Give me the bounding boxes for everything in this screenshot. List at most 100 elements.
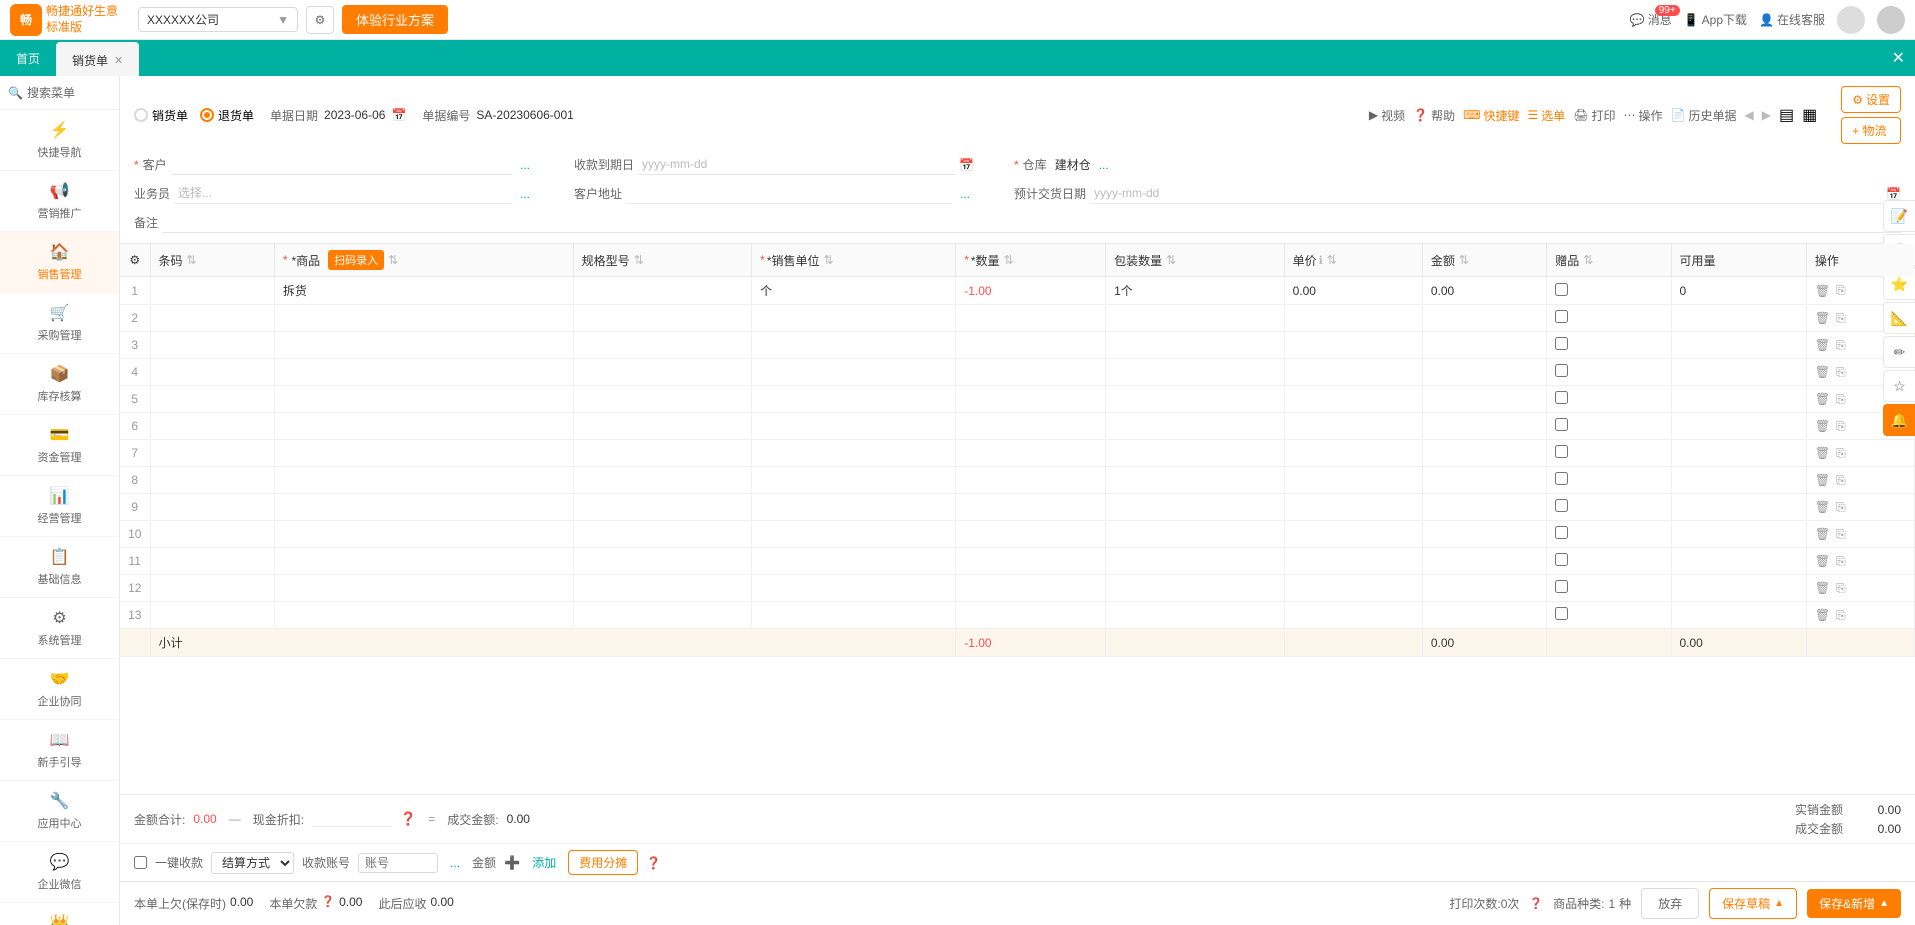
due-date-calendar-icon[interactable]: 📅 xyxy=(959,158,974,172)
copy-row-icon[interactable]: ⎘ xyxy=(1836,283,1846,298)
sidebar-item-system[interactable]: ⚙ 系统管理 xyxy=(0,598,119,659)
gift-checkbox[interactable] xyxy=(1555,337,1568,350)
delete-row-icon[interactable]: 🗑 xyxy=(1815,284,1830,298)
sidebar-item-marketing[interactable]: 📢 营销推广 xyxy=(0,171,119,232)
copy-row-icon[interactable]: ⎘ xyxy=(1836,554,1846,569)
settings-icon[interactable]: ⚙ xyxy=(306,6,334,34)
settlement-method-select[interactable]: 结算方式 xyxy=(211,852,294,874)
copy-row-icon[interactable]: ⎘ xyxy=(1836,473,1846,488)
gift-checkbox[interactable] xyxy=(1555,364,1568,377)
gift-checkbox[interactable] xyxy=(1555,580,1568,593)
sort-pkgqty-icon[interactable]: ⇅ xyxy=(1166,253,1176,267)
cell-product[interactable]: 拆货 xyxy=(274,277,573,305)
abandon-button[interactable]: 放弃 xyxy=(1641,888,1699,919)
sort-qty-icon[interactable]: ⇅ xyxy=(1004,253,1014,267)
scan-button[interactable]: 扫码录入 xyxy=(328,250,384,270)
sort-product-icon[interactable]: ⇅ xyxy=(388,253,398,267)
doc-num-value[interactable]: SA-20230606-001 xyxy=(476,108,573,122)
gift-checkbox[interactable] xyxy=(1555,391,1568,404)
history-btn[interactable]: 📄 历史单据 xyxy=(1671,107,1737,124)
company-selector[interactable]: XXXXXX公司 ▼ xyxy=(138,7,298,32)
delete-row-icon[interactable]: 🗑 xyxy=(1815,338,1830,352)
addr-more-btn[interactable]: ... xyxy=(956,187,974,201)
product-type[interactable]: 商品种类: 1 种 xyxy=(1553,895,1631,912)
sort-price-icon[interactable]: ⇅ xyxy=(1327,253,1337,267)
customer-input[interactable] xyxy=(171,154,512,175)
cell-barcode[interactable] xyxy=(150,277,274,305)
sort-barcode-icon[interactable]: ⇅ xyxy=(187,253,197,267)
delete-row-icon[interactable]: 🗑 xyxy=(1815,608,1830,622)
copy-row-icon[interactable]: ⎘ xyxy=(1836,392,1846,407)
radio-return-order[interactable]: 退货单 xyxy=(200,107,254,124)
warehouse-value[interactable]: 建材仓 xyxy=(1055,156,1091,173)
shortcut-btn[interactable]: ⌨ 快捷键 xyxy=(1463,107,1519,124)
copy-row-icon[interactable]: ⎘ xyxy=(1836,581,1846,596)
warehouse-more-btn[interactable]: ... xyxy=(1095,158,1113,172)
float-pencil-icon[interactable]: ✏ xyxy=(1883,336,1915,368)
fee-help-icon[interactable]: ❓ xyxy=(646,856,661,870)
gift-checkbox[interactable] xyxy=(1555,310,1568,323)
delete-row-icon[interactable]: 🗑 xyxy=(1815,392,1830,406)
avatar[interactable] xyxy=(1837,6,1865,34)
gift-checkbox[interactable] xyxy=(1555,526,1568,539)
copy-row-icon[interactable]: ⎘ xyxy=(1836,311,1846,326)
debt-help-icon[interactable]: ❓ xyxy=(321,895,335,912)
discount-input[interactable] xyxy=(312,812,392,827)
trial-button[interactable]: 体验行业方案 xyxy=(342,5,448,34)
setup-button[interactable]: ⚙ 设置 xyxy=(1841,86,1901,113)
sidebar-item-basic-info[interactable]: 📋 基础信息 xyxy=(0,537,119,598)
sort-spec-icon[interactable]: ⇅ xyxy=(634,253,644,267)
grid-view-icon[interactable]: ▦ xyxy=(1802,105,1817,125)
calendar-icon[interactable]: 📅 xyxy=(391,108,406,122)
salesperson-more-btn[interactable]: ... xyxy=(516,187,534,201)
delivery-calendar-icon[interactable]: 📅 xyxy=(1886,187,1901,201)
delete-row-icon[interactable]: 🗑 xyxy=(1815,419,1830,433)
cell-unit[interactable]: 个 xyxy=(752,277,956,305)
sidebar-item-app-center[interactable]: 🔧 应用中心 xyxy=(0,781,119,842)
sidebar-item-sales[interactable]: 🏠 销售管理 xyxy=(0,232,119,293)
operation-btn[interactable]: ⋯ 操作 xyxy=(1624,107,1663,124)
delivery-date-input[interactable] xyxy=(1090,183,1882,204)
tab-close-all[interactable]: ✕ xyxy=(1892,48,1915,68)
sidebar-item-quick-nav[interactable]: ⚡ 快捷导航 xyxy=(0,110,119,171)
delete-row-icon[interactable]: 🗑 xyxy=(1815,500,1830,514)
save-draft-button[interactable]: 保存草稿 ▲ xyxy=(1709,888,1797,919)
sidebar-search[interactable]: 🔍 搜索菜单 xyxy=(0,76,119,110)
app-download-button[interactable]: 📱 App下载 xyxy=(1684,11,1747,28)
price-info-icon[interactable]: ℹ xyxy=(1319,254,1323,267)
gift-checkbox[interactable] xyxy=(1555,553,1568,566)
sidebar-item-enterprise[interactable]: 🤝 企业协同 xyxy=(0,659,119,720)
sort-gift-icon[interactable]: ⇅ xyxy=(1583,253,1593,267)
delete-row-icon[interactable]: 🗑 xyxy=(1815,581,1830,595)
copy-row-icon[interactable]: ⎘ xyxy=(1836,608,1846,623)
video-btn[interactable]: ▶ 视频 xyxy=(1369,107,1405,124)
delete-row-icon[interactable]: 🗑 xyxy=(1815,311,1830,325)
float-favorite-icon[interactable]: ☆ xyxy=(1883,370,1915,402)
salesperson-input[interactable] xyxy=(174,183,512,204)
cell-price[interactable]: 0.00 xyxy=(1284,277,1422,305)
sidebar-item-purchase[interactable]: 🛒 采购管理 xyxy=(0,293,119,354)
sidebar-item-guide[interactable]: 📖 新手引导 xyxy=(0,720,119,781)
sidebar-item-inventory[interactable]: 📦 库存核算 xyxy=(0,354,119,415)
copy-row-icon[interactable]: ⎘ xyxy=(1836,419,1846,434)
sidebar-item-wechat[interactable]: 💬 企业微信 xyxy=(0,842,119,903)
sort-amount-icon[interactable]: ⇅ xyxy=(1459,253,1469,267)
save-new-button[interactable]: 保存&新增 ▲ xyxy=(1807,889,1901,918)
fee-split-button[interactable]: 费用分摊 xyxy=(568,850,638,875)
sort-unit-icon[interactable]: ⇅ xyxy=(824,253,834,267)
account-more-btn[interactable]: ... xyxy=(446,856,464,870)
copy-row-icon[interactable]: ⎘ xyxy=(1836,500,1846,515)
tab-home[interactable]: 首页 xyxy=(0,40,56,76)
close-icon[interactable]: ✕ xyxy=(114,54,123,67)
copy-row-icon[interactable]: ⎘ xyxy=(1836,527,1846,542)
delete-row-icon[interactable]: 🗑 xyxy=(1815,527,1830,541)
float-ruler-icon[interactable]: 📐 xyxy=(1883,302,1915,334)
copy-row-icon[interactable]: ⎘ xyxy=(1836,446,1846,461)
discount-help-icon[interactable]: ❓ xyxy=(400,811,416,827)
customer-addr-input[interactable] xyxy=(626,183,952,204)
sidebar-item-finance[interactable]: 💳 资金管理 xyxy=(0,415,119,476)
gift-checkbox[interactable] xyxy=(1555,607,1568,620)
notes-input[interactable] xyxy=(162,212,1901,233)
gift-checkbox[interactable] xyxy=(1555,499,1568,512)
radio-sale-order[interactable]: 销货单 xyxy=(134,107,188,124)
